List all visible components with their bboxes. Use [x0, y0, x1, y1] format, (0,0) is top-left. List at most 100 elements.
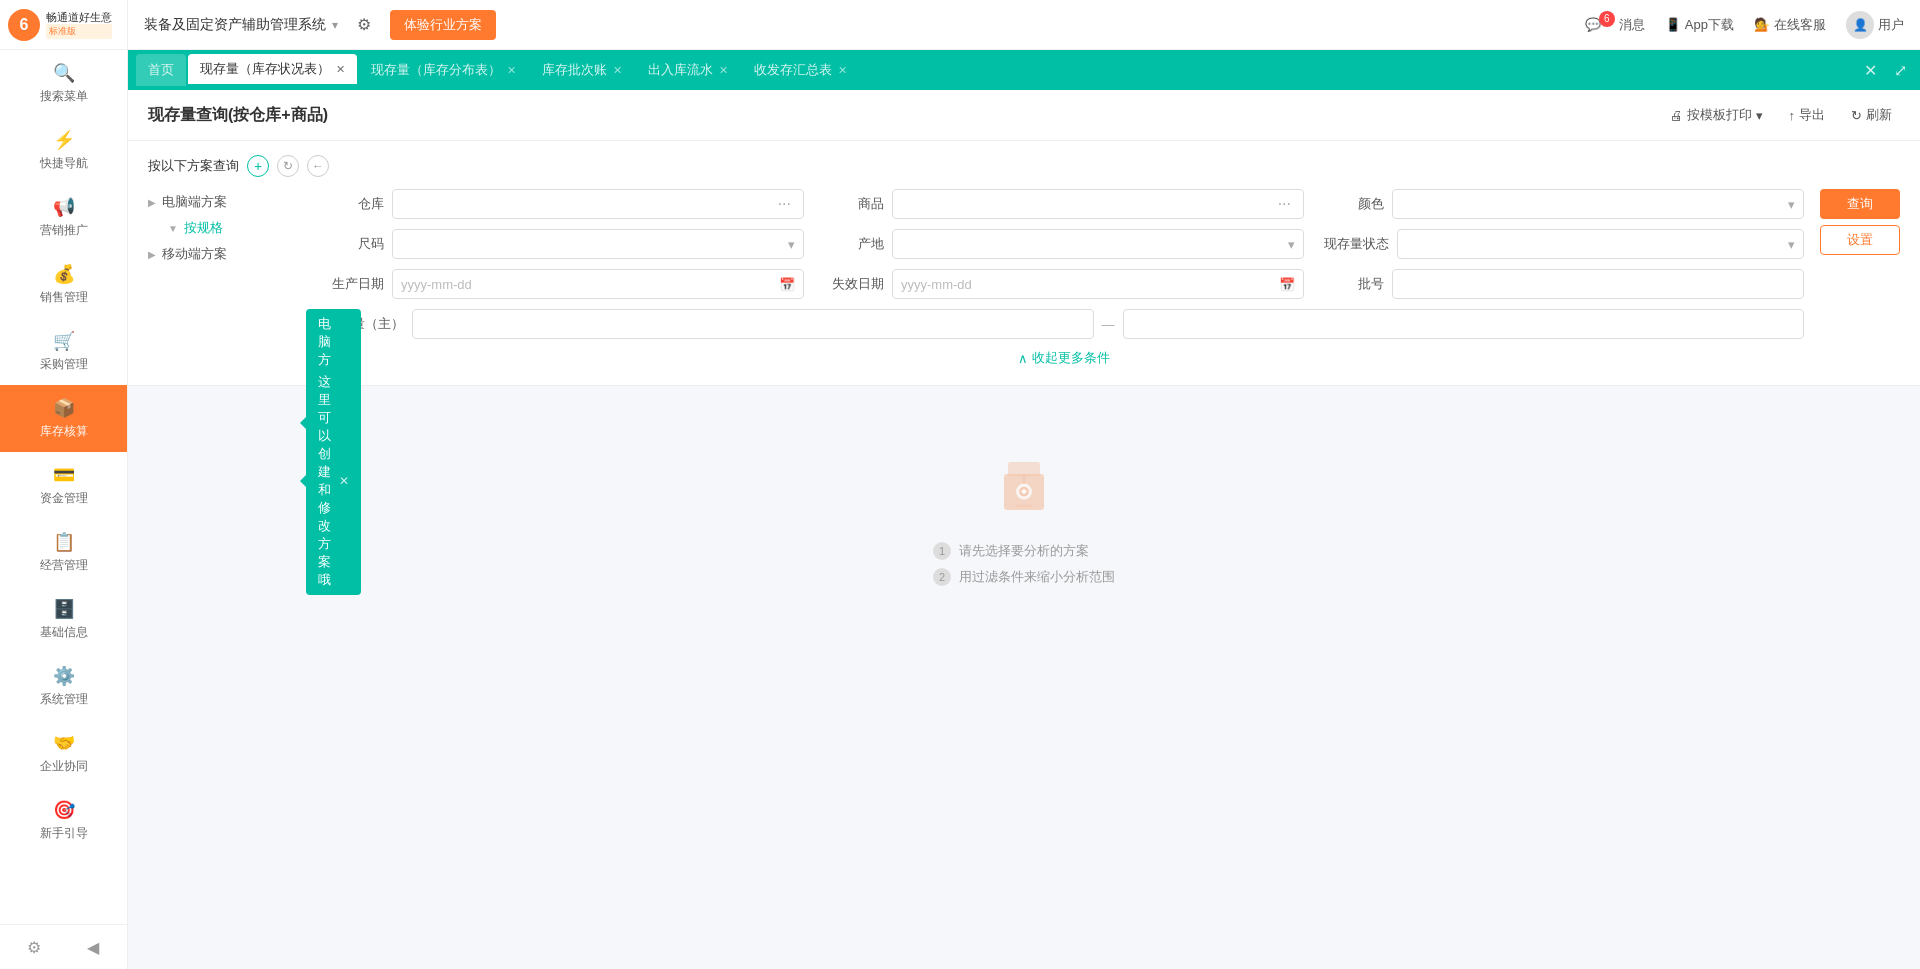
reload-scheme-btn[interactable]: ↻	[277, 155, 299, 177]
scheme-tree: ▶ 电脑端方案 ▼ 按规格 ▶ 移动端方案	[148, 189, 308, 267]
tab-inventory-status-close[interactable]: ✕	[336, 63, 345, 76]
collapse-btn[interactable]: ∧ 收起更多条件	[1018, 349, 1110, 367]
desktop-arrow-icon: ▶	[148, 197, 156, 208]
stock-main-min-input[interactable]	[412, 309, 1094, 339]
stock-status-select[interactable]: ▾	[1397, 229, 1804, 259]
user-action[interactable]: 👤 用户	[1846, 11, 1904, 39]
sidebar-item-enterprise[interactable]: 🤝 企业协同	[0, 720, 127, 787]
assets-icon: 💳	[53, 464, 75, 486]
marketing-icon: 📢	[53, 196, 75, 218]
base-icon: 🗄️	[53, 598, 75, 620]
settings-icon: ⚙	[27, 938, 41, 957]
desktop-sub-item[interactable]: ▼ 按规格	[168, 215, 308, 241]
logo-area: 6 畅通道好生意 标准版	[0, 0, 127, 50]
sidebar-item-quick[interactable]: ⚡ 快捷导航	[0, 117, 127, 184]
size-dropdown-icon: ▾	[788, 237, 795, 252]
desktop-sub-label: 按规格	[184, 219, 223, 237]
edit-scheme-tooltip: 这里可以创建和修改方案哦 ✕	[306, 367, 361, 595]
maximize-btn[interactable]: ⤢	[1888, 58, 1912, 82]
print-btn[interactable]: 🖨 按模板打印 ▾	[1662, 102, 1771, 128]
warehouse-select[interactable]: ···	[392, 189, 804, 219]
collapse-up-icon: ∧	[1018, 351, 1028, 366]
close-all-tabs-btn[interactable]: ✕	[1858, 58, 1882, 82]
warehouse-dots[interactable]: ···	[774, 195, 795, 213]
color-row: 颜色 ▾	[1324, 189, 1804, 219]
edit-scheme-tooltip-close[interactable]: ✕	[339, 474, 349, 488]
empty-state: 1 请先选择要分析的方案 2 用过滤条件来缩小分析范围	[128, 386, 1920, 646]
tab-collect-summary-close[interactable]: ✕	[838, 64, 847, 77]
page-actions: 🖨 按模板打印 ▾ ↑ 导出 ↻ 刷新	[1662, 102, 1901, 128]
sidebar-item-marketing[interactable]: 📢 营销推广	[0, 184, 127, 251]
add-scheme-btn[interactable]: +	[247, 155, 269, 177]
prod-date-calendar-icon[interactable]: 📅	[779, 277, 795, 292]
refresh-label: 刷新	[1866, 106, 1892, 124]
size-row: 尺码 ▾	[324, 229, 804, 259]
tab-inventory-dist[interactable]: 现存量（库存分布表） ✕	[359, 54, 528, 86]
edit-scheme-tooltip-text: 这里可以创建和修改方案哦	[318, 373, 331, 589]
search-btn[interactable]: 查询	[1820, 189, 1900, 219]
industry-btn[interactable]: 体验行业方案	[390, 10, 496, 40]
page-header: 现存量查询(按仓库+商品) 🖨 按模板打印 ▾ ↑ 导出 ↻ 刷新	[128, 90, 1920, 141]
collapse-row: ∧ 收起更多条件	[324, 339, 1804, 371]
sidebar-item-assets[interactable]: 💳 资金管理	[0, 452, 127, 519]
origin-select[interactable]: ▾	[892, 229, 1304, 259]
filter-label: 按以下方案查询	[148, 157, 239, 175]
sidebar-item-search[interactable]: 🔍 搜索菜单	[0, 50, 127, 117]
print-dropdown-icon: ▾	[1756, 108, 1763, 123]
tab-inventory-status-label: 现存量（库存状况表）	[200, 60, 330, 78]
sidebar-item-sales[interactable]: 💰 销售管理	[0, 251, 127, 318]
tab-in-out-flow-close[interactable]: ✕	[719, 64, 728, 77]
size-select[interactable]: ▾	[392, 229, 804, 259]
user-avatar: 👤	[1846, 11, 1874, 39]
settings-bottom-btn[interactable]: ⚙	[20, 933, 48, 961]
app-badge: 标准版	[46, 24, 112, 39]
tab-collect-summary[interactable]: 收发存汇总表 ✕	[742, 54, 859, 86]
sidebar-item-label: 采购管理	[40, 356, 88, 373]
refresh-btn[interactable]: ↻ 刷新	[1843, 102, 1900, 128]
goods-dots[interactable]: ···	[1274, 195, 1295, 213]
color-select[interactable]: ▾	[1392, 189, 1804, 219]
desktop-scheme-item[interactable]: ▶ 电脑端方案	[148, 189, 308, 215]
sidebar-item-system[interactable]: ⚙️ 系统管理	[0, 653, 127, 720]
export-btn[interactable]: ↑ 导出	[1781, 102, 1834, 128]
desktop-scheme-label: 电脑端方案	[162, 193, 227, 211]
empty-hint-2: 2 用过滤条件来缩小分析范围	[933, 568, 1115, 586]
expire-date-calendar-icon[interactable]: 📅	[1279, 277, 1295, 292]
refresh-icon: ↻	[1851, 108, 1862, 123]
tab-in-out-flow[interactable]: 出入库流水 ✕	[636, 54, 740, 86]
tab-batch-account[interactable]: 库存批次账 ✕	[530, 54, 634, 86]
batch-label: 批号	[1324, 275, 1384, 293]
sidebar-item-label: 营销推广	[40, 222, 88, 239]
sidebar-item-base[interactable]: 🗄️ 基础信息	[0, 586, 127, 653]
stock-main-max-input[interactable]	[1123, 309, 1805, 339]
sidebar-item-label: 销售管理	[40, 289, 88, 306]
filter-section: 按以下方案查询 + ↻ ← ▶ 电脑端方案 ▼ 按规格	[128, 141, 1920, 386]
tab-home-label: 首页	[148, 61, 174, 79]
prod-date-input[interactable]: yyyy-mm-dd 📅	[392, 269, 804, 299]
tabs-right: ✕ ⤢	[1858, 58, 1912, 82]
stock-status-row: 现存量状态 ▾	[1324, 229, 1804, 259]
collapse-sidebar-btn[interactable]: ◀	[79, 933, 107, 961]
origin-row: 产地 ▾	[824, 229, 1304, 259]
sidebar-item-guide[interactable]: 🎯 新手引导	[0, 787, 127, 854]
tab-inventory-status[interactable]: 现存量（库存状况表） ✕	[188, 54, 357, 86]
tab-batch-account-close[interactable]: ✕	[613, 64, 622, 77]
expire-date-row: 失效日期 yyyy-mm-dd 📅	[824, 269, 1304, 299]
back-scheme-btn[interactable]: ←	[307, 155, 329, 177]
sidebar-item-operations[interactable]: 📋 经营管理	[0, 519, 127, 586]
app-download-action[interactable]: 📱 App下载	[1665, 16, 1734, 34]
goods-select[interactable]: ···	[892, 189, 1304, 219]
expire-date-input[interactable]: yyyy-mm-dd 📅	[892, 269, 1304, 299]
support-action[interactable]: 💁 在线客服	[1754, 16, 1826, 34]
set-btn[interactable]: 设置	[1820, 225, 1900, 255]
sidebar: 6 畅通道好生意 标准版 🔍 搜索菜单 ⚡ 快捷导航 📢 营销推广 💰 销售管理…	[0, 0, 128, 969]
goods-label: 商品	[824, 195, 884, 213]
sidebar-item-inventory[interactable]: 📦 库存核算	[0, 385, 127, 452]
tab-home[interactable]: 首页	[136, 54, 186, 86]
settings-btn[interactable]: ⚙	[350, 11, 378, 39]
batch-input[interactable]	[1392, 269, 1804, 299]
message-action[interactable]: 💬 6 消息	[1585, 16, 1645, 34]
mobile-scheme-item[interactable]: ▶ 移动端方案	[148, 241, 308, 267]
tab-inventory-dist-close[interactable]: ✕	[507, 64, 516, 77]
sidebar-item-purchase[interactable]: 🛒 采购管理	[0, 318, 127, 385]
